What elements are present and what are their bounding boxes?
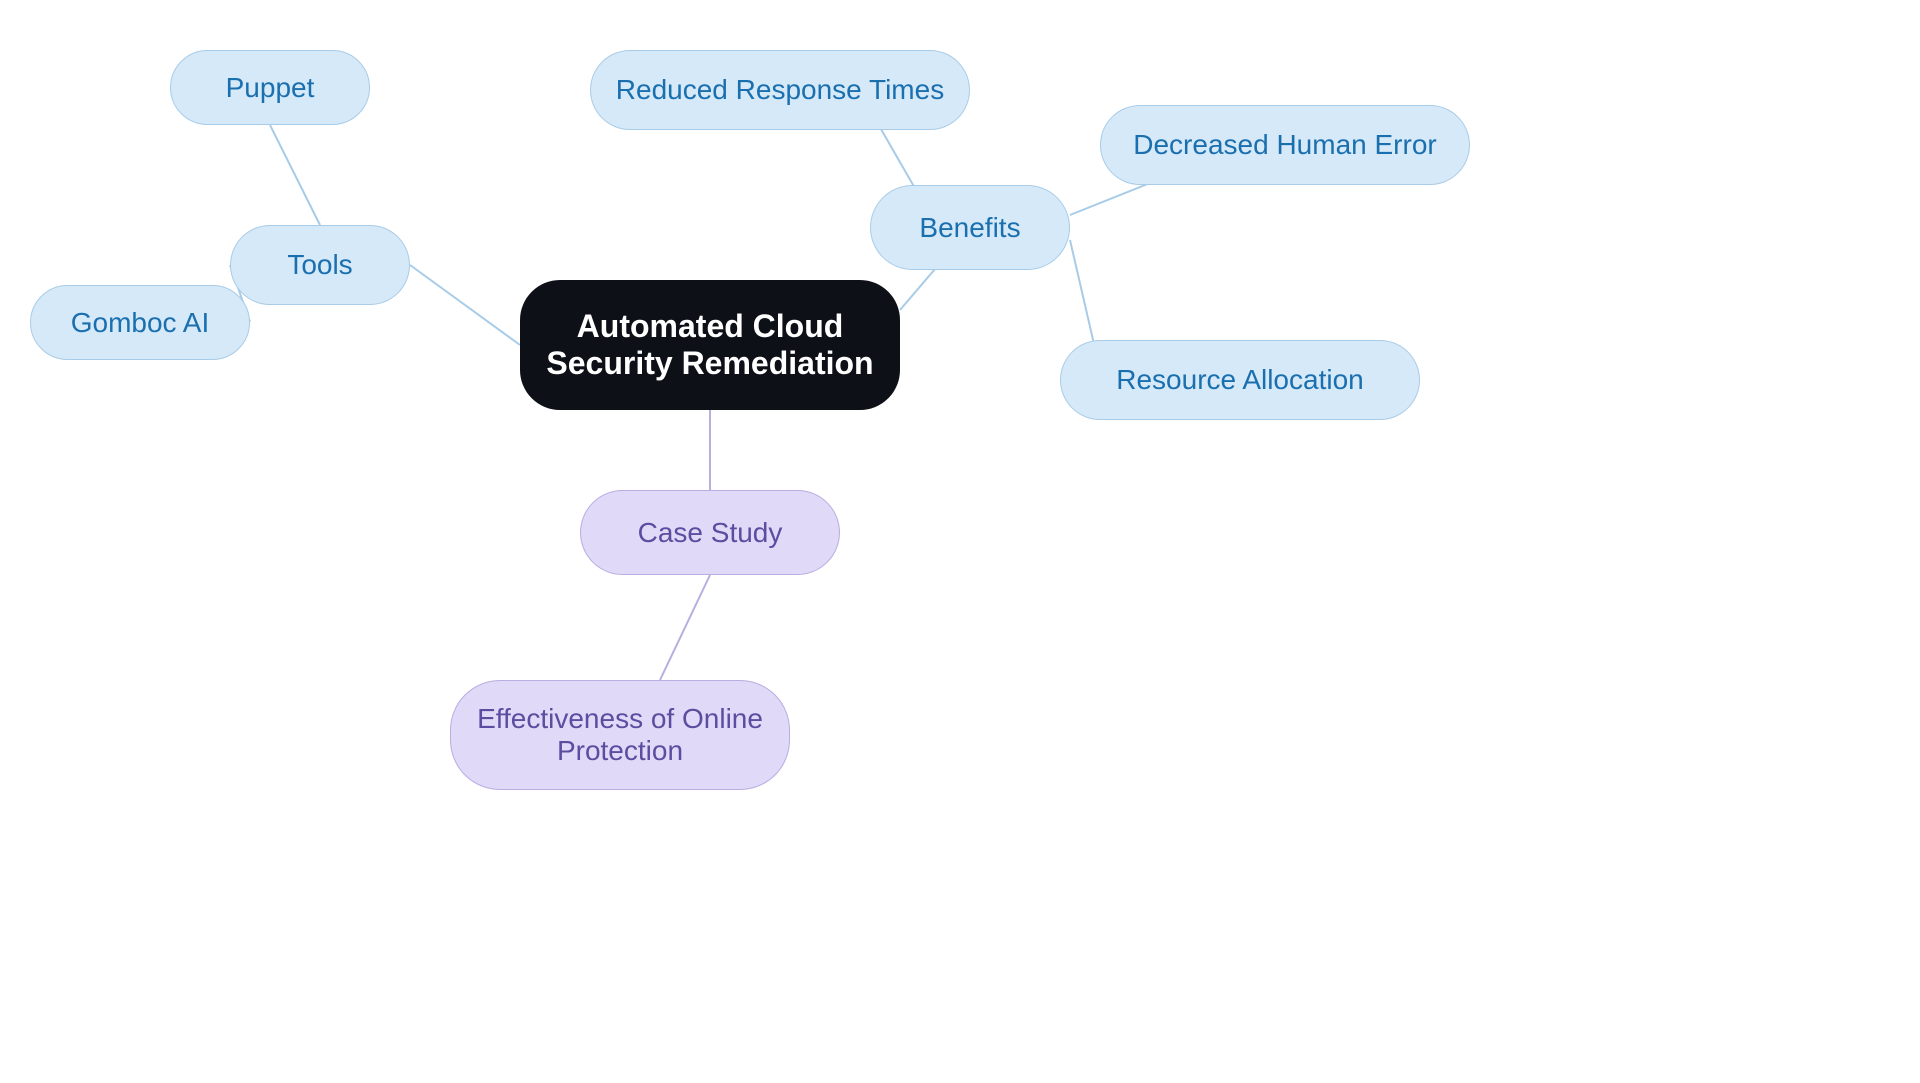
resource-allocation-node[interactable]: Resource Allocation (1060, 340, 1420, 420)
benefits-node[interactable]: Benefits (870, 185, 1070, 270)
center-node[interactable]: Automated Cloud Security Remediation (520, 280, 900, 410)
tools-node[interactable]: Tools (230, 225, 410, 305)
mindmap-canvas: Automated Cloud Security Remediation Too… (0, 0, 1920, 1083)
effectiveness-node[interactable]: Effectiveness of Online Protection (450, 680, 790, 790)
gomboc-node[interactable]: Gomboc AI (30, 285, 250, 360)
case-study-node[interactable]: Case Study (580, 490, 840, 575)
connections-svg (0, 0, 1920, 1083)
reduced-response-times-node[interactable]: Reduced Response Times (590, 50, 970, 130)
decreased-human-error-node[interactable]: Decreased Human Error (1100, 105, 1470, 185)
puppet-node[interactable]: Puppet (170, 50, 370, 125)
